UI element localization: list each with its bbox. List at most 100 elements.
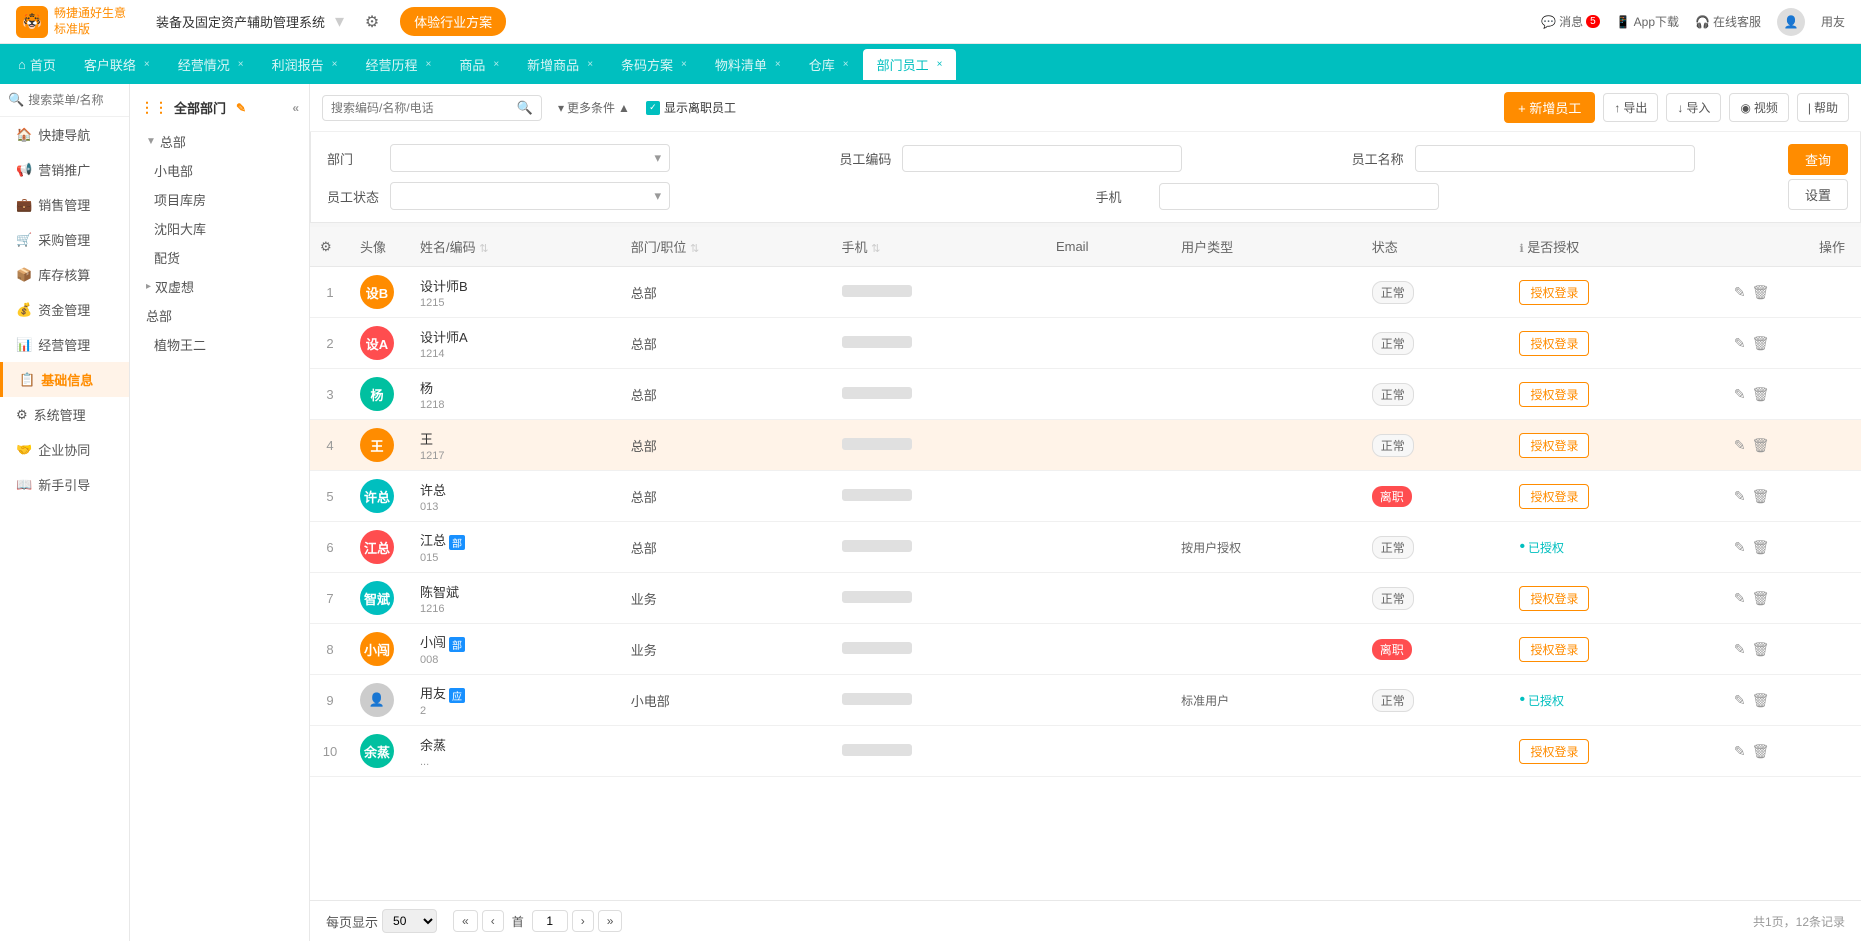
auth-button[interactable]: 授权登录 — [1519, 739, 1589, 764]
auth-button[interactable]: 授权登录 — [1519, 382, 1589, 407]
edit-button[interactable]: ✎ — [1734, 335, 1746, 352]
dept-item-project-room[interactable]: 项目库房 — [130, 185, 309, 214]
auth-button[interactable]: 授权登录 — [1519, 280, 1589, 305]
close-icon[interactable]: × — [144, 59, 150, 70]
sidebar-item-operations[interactable]: 📊 经营管理 — [0, 327, 129, 362]
close-icon[interactable]: × — [587, 59, 593, 70]
last-page-btn[interactable]: » — [598, 910, 623, 932]
sidebar-item-marketing[interactable]: 📢 营销推广 — [0, 152, 129, 187]
auth-button[interactable]: 授权登录 — [1519, 637, 1589, 662]
dept-collapse-btn[interactable]: « — [292, 101, 299, 115]
edit-button[interactable]: ✎ — [1734, 284, 1746, 301]
sidebar-item-sales[interactable]: 💼 销售管理 — [0, 187, 129, 222]
dept-item-shenyang[interactable]: 沈阳大库 — [130, 214, 309, 243]
sidebar-search-input[interactable] — [28, 93, 121, 107]
trial-button[interactable]: 体验行业方案 — [400, 7, 506, 36]
delete-button[interactable]: 🗑 — [1752, 743, 1770, 760]
sidebar-item-quick-nav[interactable]: 🏠 快捷导航 — [0, 117, 129, 152]
close-icon[interactable]: × — [238, 59, 244, 70]
show-resigned-checkbox[interactable]: ✓ — [646, 101, 660, 115]
add-employee-button[interactable]: + 新增员工 — [1504, 92, 1595, 123]
first-page-btn[interactable]: « — [453, 910, 478, 932]
sidebar-item-guide[interactable]: 📖 新手引导 — [0, 467, 129, 502]
auth-button[interactable]: 授权登录 — [1519, 331, 1589, 356]
edit-button[interactable]: ✎ — [1734, 692, 1746, 709]
employee-search-input[interactable] — [331, 101, 513, 115]
close-icon[interactable]: × — [681, 59, 687, 70]
dept-item-double[interactable]: ▸ 双虚想 — [130, 272, 309, 301]
empcode-input[interactable] — [902, 145, 1182, 172]
delete-button[interactable]: 🗑 — [1752, 488, 1770, 505]
gear-icon[interactable]: ⚙ — [354, 4, 390, 40]
close-icon[interactable]: × — [937, 59, 943, 70]
dept-item-general2[interactable]: 总部 — [130, 301, 309, 330]
edit-button[interactable]: ✎ — [1734, 386, 1746, 403]
tab-goods[interactable]: 商品 × — [445, 49, 513, 80]
dept-edit-icon[interactable]: ✎ — [236, 101, 246, 115]
tab-newgoods[interactable]: 新增商品 × — [513, 49, 607, 80]
tab-warehouse[interactable]: 仓库 × — [795, 49, 863, 80]
table-settings-icon[interactable]: ⚙ — [320, 239, 332, 254]
delete-button[interactable]: 🗑 — [1752, 692, 1770, 709]
export-button[interactable]: ↑ 导出 — [1603, 93, 1658, 122]
empstatus-select[interactable]: ▾ — [390, 182, 670, 210]
sidebar-item-basic[interactable]: 📋 基础信息 — [0, 362, 129, 397]
tab-customer[interactable]: 客户联络 × — [70, 49, 164, 80]
dept-select[interactable]: ▾ — [390, 144, 670, 172]
empname-input[interactable] — [1415, 145, 1695, 172]
close-icon[interactable]: × — [843, 59, 849, 70]
tab-barcode[interactable]: 条码方案 × — [607, 49, 701, 80]
edit-button[interactable]: ✎ — [1734, 641, 1746, 658]
tab-material[interactable]: 物料清单 × — [701, 49, 795, 80]
auth-button[interactable]: 授权登录 — [1519, 433, 1589, 458]
query-button[interactable]: 查询 — [1788, 144, 1848, 175]
dept-item-plantwang[interactable]: 植物王二 — [130, 330, 309, 359]
sort-icon[interactable]: ⇅ — [690, 243, 699, 255]
close-icon[interactable]: × — [332, 59, 338, 70]
dept-item-general[interactable]: ▼ 总部 — [130, 127, 309, 156]
tab-process[interactable]: 经营历程 × — [351, 49, 445, 80]
reset-button[interactable]: 设置 — [1788, 179, 1848, 210]
app-download-btn[interactable]: 📱 App下载 — [1616, 13, 1679, 30]
sidebar-item-inventory[interactable]: 📦 库存核算 — [0, 257, 129, 292]
user-avatar[interactable]: 👤 — [1777, 8, 1805, 36]
auth-button[interactable]: 授权登录 — [1519, 586, 1589, 611]
sidebar-item-enterprise[interactable]: 🤝 企业协同 — [0, 432, 129, 467]
prev-page-btn[interactable]: ‹ — [482, 910, 504, 932]
show-resigned-wrap[interactable]: ✓ 显示离职员工 — [646, 99, 736, 116]
edit-button[interactable]: ✎ — [1734, 590, 1746, 607]
delete-button[interactable]: 🗑 — [1752, 335, 1770, 352]
edit-button[interactable]: ✎ — [1734, 488, 1746, 505]
sort-icon[interactable]: ⇅ — [871, 243, 880, 255]
more-button[interactable]: | 帮助 — [1797, 93, 1849, 122]
delete-button[interactable]: 🗑 — [1752, 641, 1770, 658]
edit-button[interactable]: ✎ — [1734, 437, 1746, 454]
sidebar-item-finance[interactable]: 💰 资金管理 — [0, 292, 129, 327]
close-icon[interactable]: × — [775, 59, 781, 70]
close-icon[interactable]: × — [493, 59, 499, 70]
page-size-select[interactable]: 50 100 200 — [382, 909, 437, 933]
search-icon[interactable]: 🔍 — [517, 100, 533, 116]
dropdown-arrow-icon[interactable]: ▾ — [335, 11, 344, 32]
page-number-input[interactable] — [532, 910, 568, 932]
sort-icon[interactable]: ⇅ — [479, 243, 488, 255]
more-filter-btn[interactable]: ▾ 更多条件 ▲ — [550, 95, 638, 120]
delete-button[interactable]: 🗑 — [1752, 386, 1770, 403]
delete-button[interactable]: 🗑 — [1752, 284, 1770, 301]
auth-button[interactable]: 授权登录 — [1519, 484, 1589, 509]
edit-button[interactable]: ✎ — [1734, 539, 1746, 556]
tab-home[interactable]: ⌂ 首页 — [4, 49, 70, 80]
delete-button[interactable]: 🗑 — [1752, 437, 1770, 454]
next-page-btn[interactable]: › — [572, 910, 594, 932]
phone-input[interactable] — [1159, 183, 1439, 210]
message-btn[interactable]: 💬 消息 5 — [1541, 13, 1600, 30]
dept-item-delivery[interactable]: 配货 — [130, 243, 309, 272]
tab-department[interactable]: 部门员工 × — [863, 49, 957, 80]
close-icon[interactable]: × — [425, 59, 431, 70]
view-button[interactable]: ◉ 视频 — [1729, 93, 1789, 122]
online-service-btn[interactable]: 🎧 在线客服 — [1695, 13, 1761, 30]
tab-business[interactable]: 经营情况 × — [164, 49, 258, 80]
sidebar-item-purchase[interactable]: 🛒 采购管理 — [0, 222, 129, 257]
sidebar-item-system[interactable]: ⚙ 系统管理 — [0, 397, 129, 432]
tab-profit[interactable]: 利润报告 × — [258, 49, 352, 80]
